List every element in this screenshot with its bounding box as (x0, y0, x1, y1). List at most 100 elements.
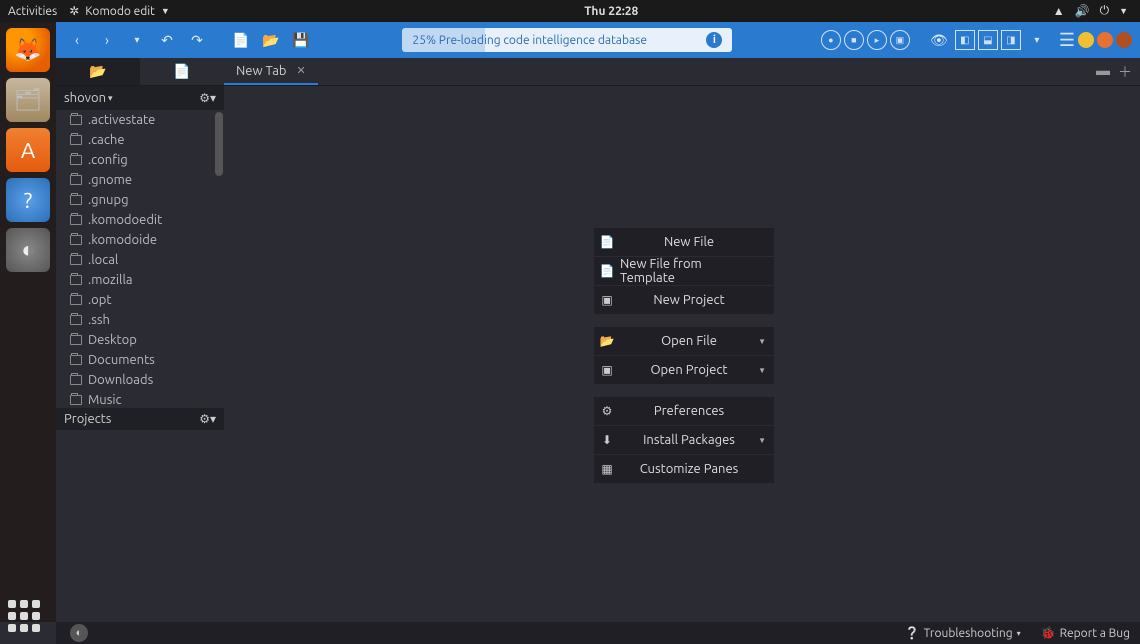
new-tab-button[interactable]: ＋ (1118, 62, 1132, 82)
open-file-button[interactable]: 📂 Open File ▼ (594, 327, 774, 355)
tree-item[interactable]: .cache (56, 130, 224, 150)
maximize-button[interactable] (1097, 32, 1113, 48)
customize-panes-button[interactable]: ▦ Customize Panes (594, 455, 774, 483)
tree-item[interactable]: .komodoedit (56, 210, 224, 230)
tree-item[interactable]: .local (56, 250, 224, 270)
pane-dropdown[interactable]: ▾ (1024, 27, 1050, 53)
minimize-button[interactable] (1078, 32, 1094, 48)
dock-firefox[interactable]: 🦊 (6, 28, 50, 72)
dock-software[interactable]: A (6, 128, 50, 172)
record-macro-button[interactable]: ● (821, 30, 841, 50)
tree-item[interactable]: Downloads (56, 370, 224, 390)
volume-icon[interactable]: 🔊 (1075, 4, 1090, 18)
save-button[interactable]: 💾 (288, 27, 314, 53)
chevron-down-icon: ▼ (161, 6, 170, 16)
download-icon: ⬇ (594, 433, 620, 447)
tree-item-label: Music (88, 393, 122, 407)
new-file-button[interactable]: 📄 (228, 27, 254, 53)
tree-item[interactable]: Documents (56, 350, 224, 370)
tree-item[interactable]: .activestate (56, 110, 224, 130)
bug-icon: 🐞 (1041, 626, 1056, 640)
gear-icon[interactable]: ⚙▾ (199, 412, 216, 426)
tree-item-label: .mozilla (88, 273, 133, 287)
close-button[interactable] (1116, 32, 1132, 48)
power-icon[interactable]: ⏻ (1100, 4, 1110, 18)
preferences-button[interactable]: ⚙ Preferences (594, 397, 774, 425)
report-bug-link[interactable]: 🐞 Report a Bug (1041, 626, 1130, 640)
save-macro-button[interactable]: ▣ (890, 30, 910, 50)
sidebar-user-header[interactable]: shovon ▾ ⚙▾ (56, 86, 224, 110)
tree-item-label: Documents (88, 353, 155, 367)
open-project-button[interactable]: ▣ Open Project ▼ (594, 356, 774, 384)
button-label: New File from Template (620, 257, 774, 285)
button-label: Customize Panes (620, 462, 774, 476)
info-icon[interactable]: i (706, 32, 722, 48)
troubleshooting-link[interactable]: ❔ Troubleshooting ▾ (905, 626, 1021, 640)
install-packages-button[interactable]: ⬇ Install Packages ▼ (594, 426, 774, 454)
tree-item[interactable]: Music (56, 390, 224, 408)
button-label: Open Project (620, 363, 774, 377)
tree-item[interactable]: Desktop (56, 330, 224, 350)
tree-item-label: .ssh (88, 313, 110, 327)
folder-icon (70, 215, 82, 225)
komodo-status-icon[interactable]: ◐ (70, 624, 88, 642)
nav-back-button[interactable]: ‹ (64, 27, 90, 53)
tree-item[interactable]: .config (56, 150, 224, 170)
dock-komodo[interactable]: ◐ (6, 228, 50, 272)
projects-header[interactable]: Projects ⚙▾ (56, 408, 224, 430)
stop-macro-button[interactable]: ■ (844, 30, 864, 50)
dock-files[interactable]: 🗂 (6, 78, 50, 122)
folder-icon (70, 315, 82, 325)
tree-item[interactable]: .gnupg (56, 190, 224, 210)
pane-left-button[interactable]: ◧ (955, 30, 975, 50)
open-folder-button[interactable]: 📂 (258, 27, 284, 53)
tree-item[interactable]: .komodoide (56, 230, 224, 250)
folder-icon (70, 255, 82, 265)
app-menu[interactable]: ✲ Komodo edit ▼ (69, 4, 170, 18)
button-label: Install Packages (620, 433, 774, 447)
gear-icon[interactable]: ⚙▾ (199, 91, 216, 105)
toggle-view-button[interactable]: 👁 (926, 27, 952, 53)
new-file-template-button[interactable]: 📄 New File from Template (594, 257, 774, 285)
tree-item[interactable]: .mozilla (56, 270, 224, 290)
close-tab-icon[interactable]: ✕ (297, 64, 306, 77)
button-label: New File (620, 235, 774, 249)
chevron-down-icon[interactable]: ▼ (1119, 6, 1128, 16)
folder-icon (70, 395, 82, 405)
tree-item[interactable]: .opt (56, 290, 224, 310)
network-icon[interactable]: ▲ (1053, 4, 1065, 18)
tree-item[interactable]: .gnome (56, 170, 224, 190)
folder-icon (70, 355, 82, 365)
tree-item-label: .opt (88, 293, 111, 307)
new-file-button[interactable]: 📄 New File (594, 228, 774, 256)
undo-button[interactable]: ↶ (154, 27, 180, 53)
editor-tab-new[interactable]: New Tab ✕ (224, 58, 318, 85)
pane-right-button[interactable]: ◨ (1001, 30, 1021, 50)
nav-dropdown[interactable]: ▾ (124, 27, 150, 53)
redo-button[interactable]: ↷ (184, 27, 210, 53)
folder-open-icon: 📂 (89, 63, 106, 80)
nav-forward-button[interactable]: › (94, 27, 120, 53)
menu-button[interactable]: ☰ (1059, 30, 1075, 51)
gnome-top-bar: Activities ✲ Komodo edit ▼ Thu 22:28 ▲ 🔊… (0, 0, 1140, 22)
scrollbar[interactable] (215, 112, 223, 176)
activities-button[interactable]: Activities (8, 5, 57, 18)
folder-icon (70, 295, 82, 305)
tree-item[interactable]: .ssh (56, 310, 224, 330)
button-label: Preferences (620, 404, 774, 418)
tree-item-label: .gnome (88, 173, 132, 187)
folder-icon (70, 115, 82, 125)
start-menu: 📄 New File 📄 New File from Template ▣ Ne… (594, 228, 774, 483)
tab-overflow-icon[interactable]: ▬ (1096, 62, 1110, 82)
new-project-button[interactable]: ▣ New Project (594, 286, 774, 314)
show-applications-button[interactable] (8, 600, 44, 636)
pane-bottom-button[interactable]: ⬓ (978, 30, 998, 50)
clock[interactable]: Thu 22:28 (170, 5, 1053, 18)
chevron-down-icon: ▾ (108, 93, 113, 104)
places-tab[interactable]: 📂 (56, 58, 140, 85)
gear-icon: ⚙ (594, 404, 620, 418)
files-tab[interactable]: 📄 (140, 58, 224, 85)
play-macro-button[interactable]: ▸ (867, 30, 887, 50)
dock-help[interactable]: ? (6, 178, 50, 222)
help-icon: ❔ (905, 626, 920, 640)
